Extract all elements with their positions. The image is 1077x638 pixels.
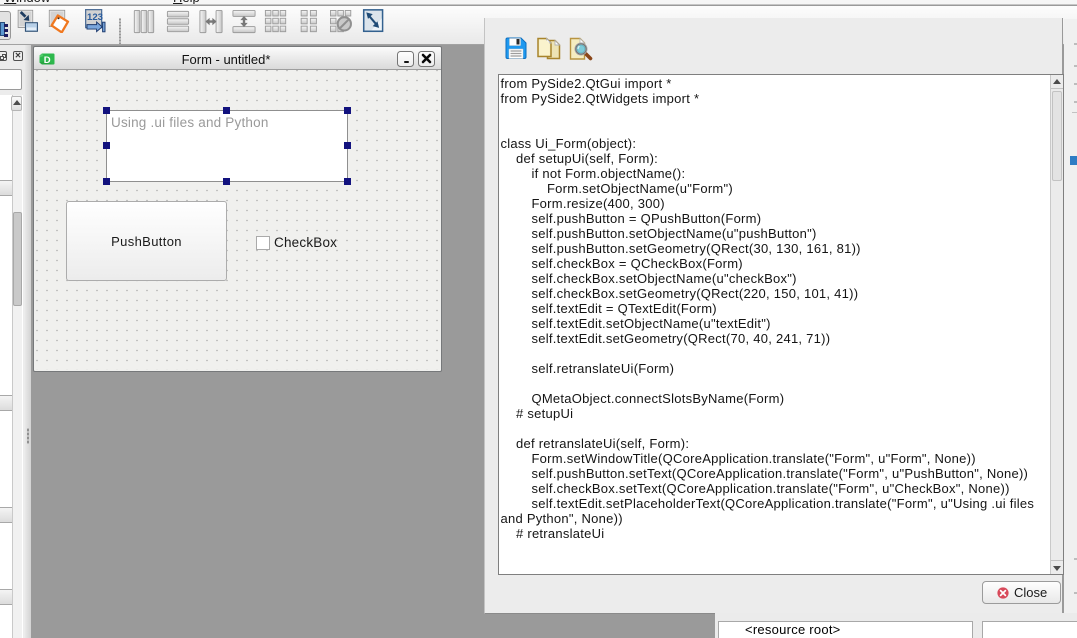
svg-text:D: D [44,55,51,65]
svg-text:123: 123 [87,12,103,23]
